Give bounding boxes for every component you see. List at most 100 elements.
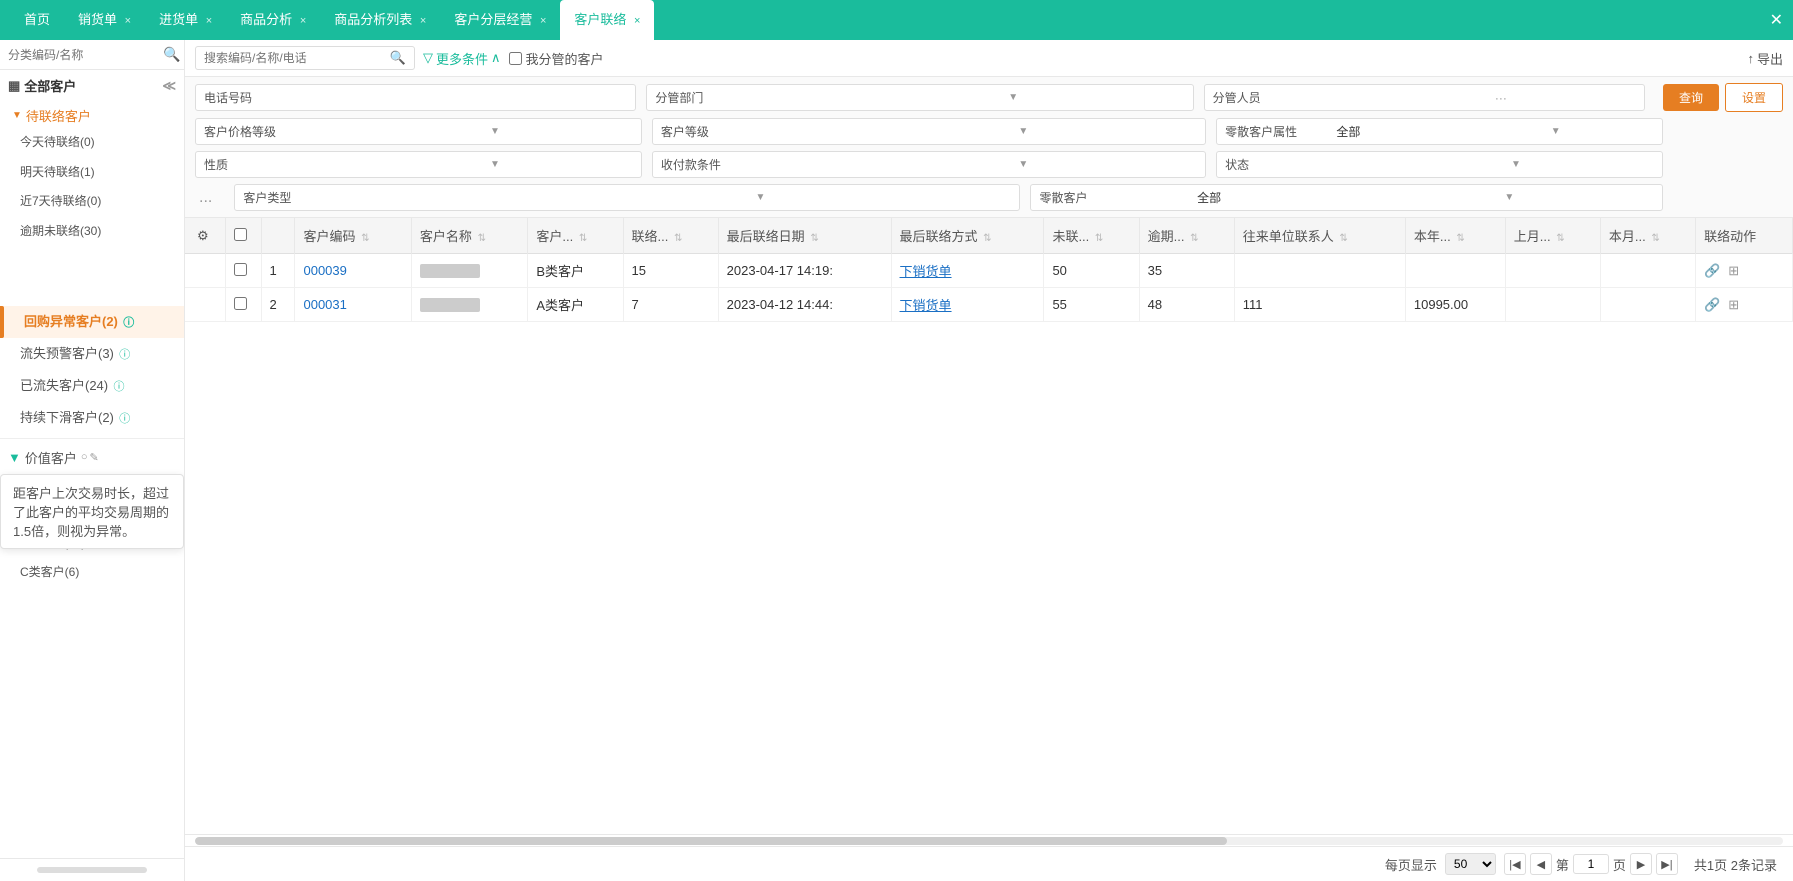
nav-sales-order[interactable]: 销货单 × (64, 0, 145, 40)
repurchase-info-icon[interactable]: ⓘ (123, 317, 134, 329)
row2-grid-icon[interactable]: ⊞ (1728, 297, 1739, 313)
contact-count-sort[interactable]: ⇅ (674, 233, 682, 244)
sidebar-all-customers[interactable]: ▦ 全部客户 ≪ (0, 70, 184, 101)
date-sort-icon[interactable]: ⇅ (810, 233, 818, 244)
row1-type: B类客户 (528, 254, 623, 288)
method-sort-icon[interactable]: ⇅ (983, 233, 991, 244)
nav-product-analysis[interactable]: 商品分析 × (226, 0, 320, 40)
my-customers-filter[interactable]: 我分管的客户 (509, 49, 604, 68)
name-sort-icon[interactable]: ⇅ (478, 233, 486, 244)
th-settings: ⚙ (185, 218, 225, 254)
nav-close-stratification[interactable]: × (540, 15, 546, 27)
code-sort-icon[interactable]: ⇅ (361, 233, 369, 244)
row1-grid-icon[interactable]: ⊞ (1728, 263, 1739, 279)
select-all-checkbox[interactable] (234, 228, 247, 241)
gender-dropdown[interactable]: 性质 ▼ (195, 151, 642, 178)
manager-dropdown[interactable]: 分管人员 ··· (1204, 84, 1645, 111)
active-indicator (0, 306, 4, 338)
value-config-icon[interactable]: ✎ (90, 451, 99, 464)
more-dots[interactable]: ... (195, 189, 216, 207)
nav-customer-stratification[interactable]: 客户分层经营 × (440, 0, 560, 40)
sidebar-today-pending[interactable]: 今天待联络(0) (0, 128, 184, 158)
lost-info[interactable]: ⓘ (113, 381, 124, 393)
settings-icon[interactable]: ⚙ (193, 228, 213, 243)
overdue-sort[interactable]: ⇅ (1190, 233, 1198, 244)
first-page-btn[interactable]: |◀ (1504, 853, 1526, 875)
sidebar-search-input[interactable] (8, 48, 163, 62)
nav-home[interactable]: 首页 (10, 0, 64, 40)
export-btn[interactable]: ↑ 导出 (1747, 49, 1783, 68)
status-dropdown[interactable]: 状态 ▼ (1216, 151, 1663, 178)
row2-code[interactable]: 000031 (295, 288, 411, 322)
filter-row-4: ... 客户类型 ▼ 零散客户 全部 ▼ (195, 184, 1783, 211)
search-input[interactable] (204, 51, 390, 65)
type-sort-icon[interactable]: ⇅ (579, 233, 587, 244)
row2-contact-count: 7 (623, 288, 718, 322)
sidebar-7days-pending[interactable]: 近7天待联络(0) (0, 187, 184, 217)
uncontacted-sort[interactable]: ⇅ (1095, 233, 1103, 244)
page-input[interactable] (1573, 854, 1609, 874)
nav-close-sales[interactable]: × (125, 15, 131, 27)
sidebar-repurchase-anomaly[interactable]: 回购异常客户(2) ⓘ (0, 306, 184, 338)
row1-code[interactable]: 000039 (295, 254, 411, 288)
row1-link-icon[interactable]: 🔗 (1704, 263, 1720, 279)
row1-select[interactable] (234, 263, 247, 276)
row2-select[interactable] (234, 297, 247, 310)
price-level-dropdown[interactable]: 客户价格等级 ▼ (195, 118, 642, 145)
nav-close-purchase[interactable]: × (206, 15, 212, 27)
per-page-select[interactable]: 50 100 200 (1445, 853, 1496, 875)
nav-close-product-analysis[interactable]: × (300, 15, 306, 27)
prev-page-btn[interactable]: ◀ (1530, 853, 1552, 875)
declining-info[interactable]: ⓘ (119, 413, 130, 425)
sidebar-search-icon[interactable]: 🔍 (163, 46, 180, 63)
sidebar-lost-customers[interactable]: 已流失客户(24) ⓘ (0, 370, 184, 402)
contacts-sort[interactable]: ⇅ (1339, 233, 1347, 244)
last-page-btn[interactable]: ▶| (1656, 853, 1678, 875)
status-arrow: ▼ (1511, 159, 1654, 170)
sidebar-loss-warning[interactable]: 流失预警客户(3) ⓘ (0, 338, 184, 370)
row2-method-link[interactable]: 下销货单 (900, 298, 952, 313)
sidebar-value-section[interactable]: ▼ 价值客户 ○ ✎ (0, 443, 184, 470)
nav-close-product-list[interactable]: × (420, 15, 426, 27)
row1-action-icons: 🔗 ⊞ (1704, 263, 1784, 279)
sidebar-collapse-btn[interactable]: ≪ (162, 78, 176, 94)
lmonth-sort[interactable]: ⇅ (1556, 233, 1564, 244)
customer-type-dropdown[interactable]: 客户类型 ▼ (234, 184, 1020, 211)
retail-customer-dropdown[interactable]: 零散客户 全部 ▼ (1030, 184, 1663, 211)
year-sort[interactable]: ⇅ (1456, 233, 1464, 244)
next-page-btn[interactable]: ▶ (1630, 853, 1652, 875)
more-conditions-btn[interactable]: ▽ 更多条件 ∧ (423, 49, 501, 68)
search-icon[interactable]: 🔍 (390, 50, 406, 66)
value-edit-icon[interactable]: ○ (81, 451, 88, 463)
sidebar-divider (0, 438, 184, 439)
payment-dropdown[interactable]: 收付款条件 ▼ (652, 151, 1206, 178)
export-icon: ↑ (1747, 51, 1754, 66)
retail-attr-dropdown[interactable]: 零散客户属性 全部 ▼ (1216, 118, 1663, 145)
customer-level-arrow: ▼ (1018, 126, 1197, 137)
my-customers-checkbox[interactable] (509, 52, 522, 65)
sidebar-pending-section[interactable]: ▼ 待联络客户 (0, 101, 184, 128)
sidebar-overdue-pending[interactable]: 逾期未联络(30) (0, 217, 184, 247)
query-button[interactable]: 查询 (1663, 84, 1719, 111)
row2-link-icon[interactable]: 🔗 (1704, 297, 1720, 313)
nav-product-analysis-list[interactable]: 商品分析列表 × (320, 0, 440, 40)
sidebar-c-class[interactable]: C类客户(6) (0, 558, 184, 588)
phone-input[interactable] (260, 91, 627, 105)
tmonth-sort[interactable]: ⇅ (1651, 233, 1659, 244)
h-scrollbar-thumb[interactable] (195, 837, 1227, 845)
loss-warning-info[interactable]: ⓘ (119, 349, 130, 361)
sidebar-tomorrow-pending[interactable]: 明天待联络(1) (0, 158, 184, 188)
dept-dropdown[interactable]: 分管部门 ▼ (646, 84, 1193, 111)
row1-contacts (1234, 254, 1405, 288)
nav-close-contact[interactable]: × (634, 15, 640, 27)
nav-customer-contact[interactable]: 客户联络 × (560, 0, 654, 40)
settings-button[interactable]: 设置 (1725, 83, 1783, 112)
table-header-row: ⚙ 客户编码 ⇅ 客户名称 ⇅ (185, 218, 1793, 254)
nav-purchase-order[interactable]: 进货单 × (145, 0, 226, 40)
nav-window-close[interactable]: ✕ (1770, 10, 1783, 30)
sidebar-declining-customers[interactable]: 持续下滑客户(2) ⓘ (0, 402, 184, 434)
sidebar-scrollbar[interactable] (37, 867, 147, 873)
customer-level-dropdown[interactable]: 客户等级 ▼ (652, 118, 1206, 145)
row1-method-link[interactable]: 下销货单 (900, 264, 952, 279)
manager-dots[interactable]: ··· (1495, 91, 1636, 105)
